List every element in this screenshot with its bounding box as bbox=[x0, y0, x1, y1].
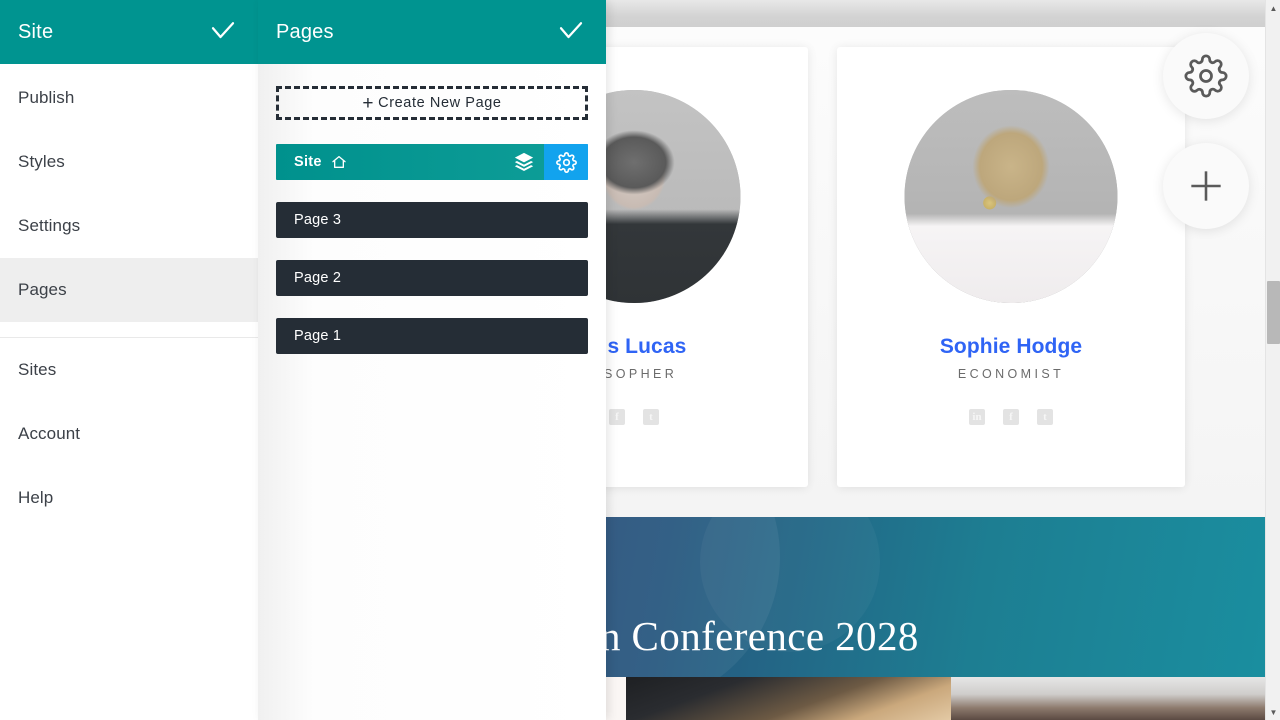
vertical-scrollbar[interactable]: ▲ ▼ bbox=[1265, 0, 1280, 720]
check-icon bbox=[211, 22, 235, 39]
sidebar-item-account[interactable]: Account bbox=[0, 402, 258, 466]
instagram-icon[interactable]: in bbox=[969, 409, 985, 425]
page-item[interactable]: Page 1 bbox=[276, 318, 588, 354]
layers-icon bbox=[514, 152, 534, 171]
create-new-page-button[interactable]: + Create New Page bbox=[276, 86, 588, 120]
check-icon bbox=[559, 22, 583, 39]
sidebar-item-label: Settings bbox=[18, 216, 81, 235]
site-settings-button[interactable] bbox=[544, 144, 588, 180]
page-item-label: Page 3 bbox=[294, 212, 342, 228]
photo-thumbnail[interactable] bbox=[951, 677, 1280, 720]
twitter-icon[interactable]: t bbox=[643, 409, 659, 425]
avatar-photo bbox=[904, 90, 1118, 303]
plus-icon: + bbox=[362, 92, 375, 114]
sidebar-item-label: Publish bbox=[18, 88, 75, 107]
create-new-page-label: Create New Page bbox=[378, 95, 502, 111]
pages-panel-title: Pages bbox=[276, 20, 334, 43]
sidebar-item-label: Help bbox=[18, 488, 54, 507]
sidebar-title: Site bbox=[18, 20, 54, 43]
facebook-icon[interactable]: f bbox=[1003, 409, 1019, 425]
page-item-label: Page 1 bbox=[294, 328, 342, 344]
preview-settings-button[interactable] bbox=[1163, 33, 1249, 119]
home-icon-glyph bbox=[332, 156, 346, 168]
sidebar-item-label: Styles bbox=[18, 152, 65, 171]
sidebar-item-help[interactable]: Help bbox=[0, 466, 258, 530]
page-item[interactable]: Page 2 bbox=[276, 260, 588, 296]
sidebar-item-label: Sites bbox=[18, 360, 57, 379]
sidebar-item-label: Pages bbox=[18, 280, 67, 299]
member-role: ECONOMIST bbox=[957, 367, 1065, 381]
page-item-site[interactable]: Site bbox=[276, 144, 588, 180]
pages-panel-header: Pages bbox=[258, 0, 606, 64]
banner-title: n Conference 2028 bbox=[600, 613, 919, 659]
site-sidebar: Site Publish Styles Settings Pages Sites… bbox=[0, 0, 258, 720]
pages-confirm-button[interactable] bbox=[554, 15, 588, 49]
twitter-icon[interactable]: t bbox=[1037, 409, 1053, 425]
team-card[interactable]: Sophie Hodge ECONOMIST in f t bbox=[837, 47, 1185, 487]
photo-thumbnail[interactable] bbox=[626, 677, 951, 720]
gear-icon bbox=[555, 151, 577, 173]
app-root: ous Lucas OSOPHER f t Sophie Hodge ECONO… bbox=[0, 0, 1280, 720]
pages-panel-body: + Create New Page Site Page 3 Page 2 Pag… bbox=[258, 64, 606, 354]
gear-icon bbox=[1184, 54, 1228, 98]
scroll-down-arrow[interactable]: ▼ bbox=[1266, 704, 1280, 720]
page-item-label: Page 2 bbox=[294, 270, 342, 286]
sidebar-item-settings[interactable]: Settings bbox=[0, 194, 258, 258]
member-name: Sophie Hodge bbox=[939, 335, 1083, 358]
facebook-icon[interactable]: f bbox=[609, 409, 625, 425]
scrollbar-thumb[interactable] bbox=[1267, 281, 1280, 344]
home-icon bbox=[331, 154, 347, 170]
sidebar-item-sites[interactable]: Sites bbox=[0, 338, 258, 402]
sidebar-nav: Publish Styles Settings Pages Sites Acco… bbox=[0, 64, 258, 530]
preview-add-button[interactable] bbox=[1163, 143, 1249, 229]
sidebar-item-label: Account bbox=[18, 424, 81, 443]
sidebar-confirm-button[interactable] bbox=[206, 15, 240, 49]
page-item[interactable]: Page 3 bbox=[276, 202, 588, 238]
sidebar-item-styles[interactable]: Styles bbox=[0, 130, 258, 194]
sidebar-item-publish[interactable]: Publish bbox=[0, 66, 258, 130]
site-row-label: Site bbox=[294, 154, 322, 170]
plus-icon bbox=[1191, 171, 1221, 201]
pages-panel: Pages + Create New Page Site Page 3 Page… bbox=[258, 0, 606, 720]
sidebar-item-pages[interactable]: Pages bbox=[0, 258, 258, 322]
avatar bbox=[904, 90, 1118, 303]
layers-button[interactable] bbox=[504, 144, 544, 180]
sidebar-header: Site bbox=[0, 0, 258, 64]
scroll-up-arrow[interactable]: ▲ bbox=[1266, 0, 1280, 16]
social-links: in f t bbox=[837, 409, 1185, 425]
